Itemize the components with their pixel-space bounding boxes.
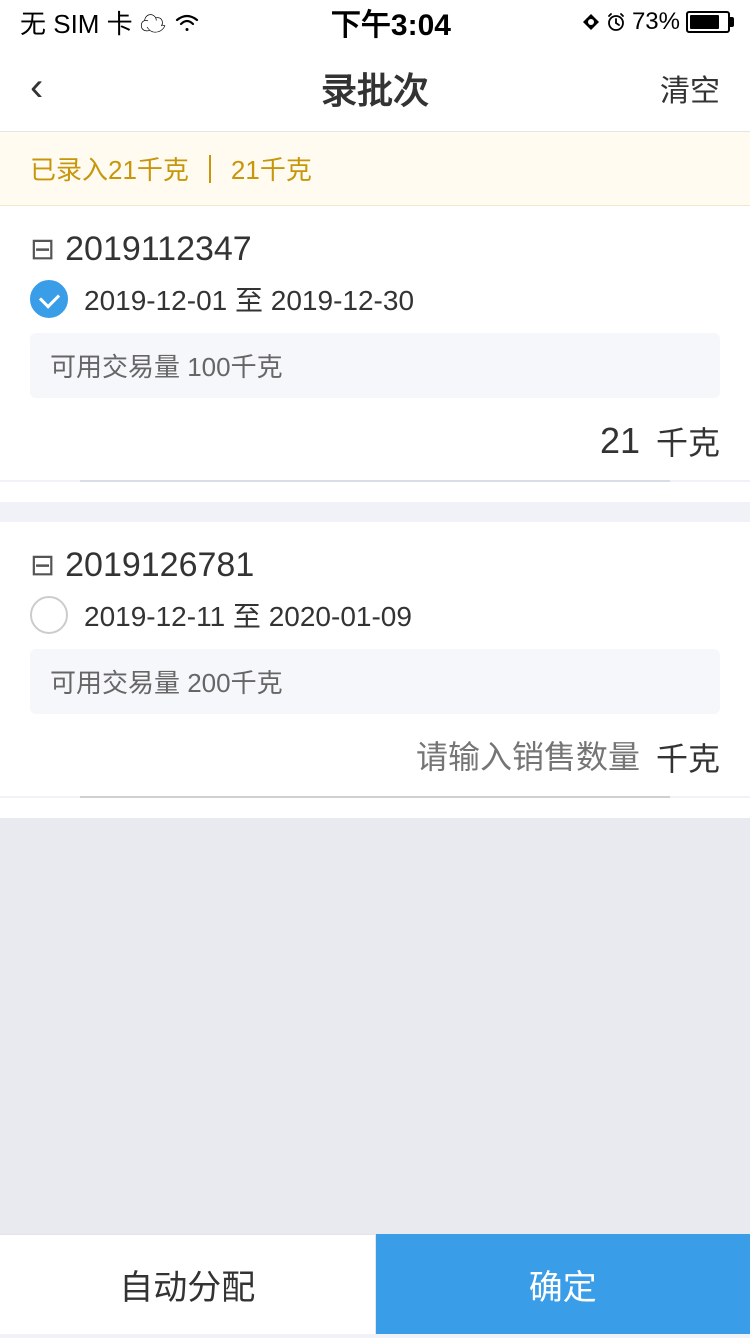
- empty-gray-area: [0, 818, 750, 1238]
- confirm-button[interactable]: 确定: [376, 1234, 750, 1334]
- batch2-card: ⊟ 2019126781 2019-12-11 至 2020-01-09 可用交…: [0, 522, 750, 714]
- batch2-avail-text: 可用交易量 200千克: [50, 668, 283, 698]
- batch1-icon: ⊟: [30, 232, 55, 267]
- batch2-id: 2019126781: [65, 546, 254, 585]
- batch2-avail-box: 可用交易量 200千克: [30, 649, 720, 714]
- batch1-quantity-unit: 千克: [656, 418, 720, 464]
- nav-bar: ‹ 录批次 清空: [0, 44, 750, 132]
- status-time: 下午3:04: [331, 0, 451, 44]
- battery-percent: 73%: [632, 8, 680, 36]
- status-left: 无 SIM 卡 ☁: [20, 4, 200, 41]
- batch1-date-row[interactable]: 2019-12-01 至 2019-12-30: [30, 279, 720, 319]
- recorded-value: 21千克: [231, 150, 312, 187]
- location-icon: [582, 13, 600, 31]
- info-banner: 已录入21千克 21千克: [0, 132, 750, 206]
- back-button[interactable]: ‹: [30, 65, 90, 110]
- batch1-avail-text: 可用交易量 100千克: [50, 352, 283, 382]
- clear-button[interactable]: 清空: [660, 66, 720, 110]
- batch1-card-space: [0, 482, 750, 502]
- batch1-id: 2019112347: [65, 230, 252, 269]
- page-title: 录批次: [321, 62, 429, 114]
- batch2-quantity-input[interactable]: [360, 739, 640, 776]
- batch2-radio[interactable]: [30, 596, 68, 634]
- bottom-bar: 自动分配 确定: [0, 1234, 750, 1334]
- batch2-quantity-unit: 千克: [656, 734, 720, 780]
- battery-icon: [686, 11, 730, 33]
- batch2-date: 2019-12-11 至 2020-01-09: [84, 595, 412, 635]
- batch1-quantity-row: 千克: [0, 398, 750, 464]
- banner-divider: [209, 155, 211, 183]
- batch1-avail-box: 可用交易量 100千克: [30, 333, 720, 398]
- batch2-bottom-pad: [0, 780, 750, 796]
- batch1-bottom-pad: [0, 464, 750, 480]
- batch2-icon: ⊟: [30, 548, 55, 583]
- batch1-radio[interactable]: [30, 280, 68, 318]
- batch2-card-space: [0, 798, 750, 818]
- batch1-header: ⊟ 2019112347: [30, 230, 720, 269]
- status-right: 73%: [582, 8, 730, 36]
- batch1-date: 2019-12-01 至 2019-12-30: [84, 279, 414, 319]
- batch2-quantity-row: 千克: [0, 714, 750, 780]
- no-sim-text: 无 SIM 卡 ☁: [20, 4, 166, 41]
- section-gap: [0, 502, 750, 522]
- status-bar: 无 SIM 卡 ☁ 下午3:04 73%: [0, 0, 750, 44]
- batch2-date-row[interactable]: 2019-12-11 至 2020-01-09: [30, 595, 720, 635]
- batch1-card: ⊟ 2019112347 2019-12-01 至 2019-12-30 可用交…: [0, 206, 750, 398]
- auto-distribute-button[interactable]: 自动分配: [0, 1234, 376, 1334]
- recorded-label: 已录入21千克: [30, 150, 189, 187]
- batch1-quantity-input[interactable]: [520, 420, 640, 462]
- wifi-icon: [174, 12, 200, 32]
- alarm-icon: [606, 12, 626, 32]
- batch2-header: ⊟ 2019126781: [30, 546, 720, 585]
